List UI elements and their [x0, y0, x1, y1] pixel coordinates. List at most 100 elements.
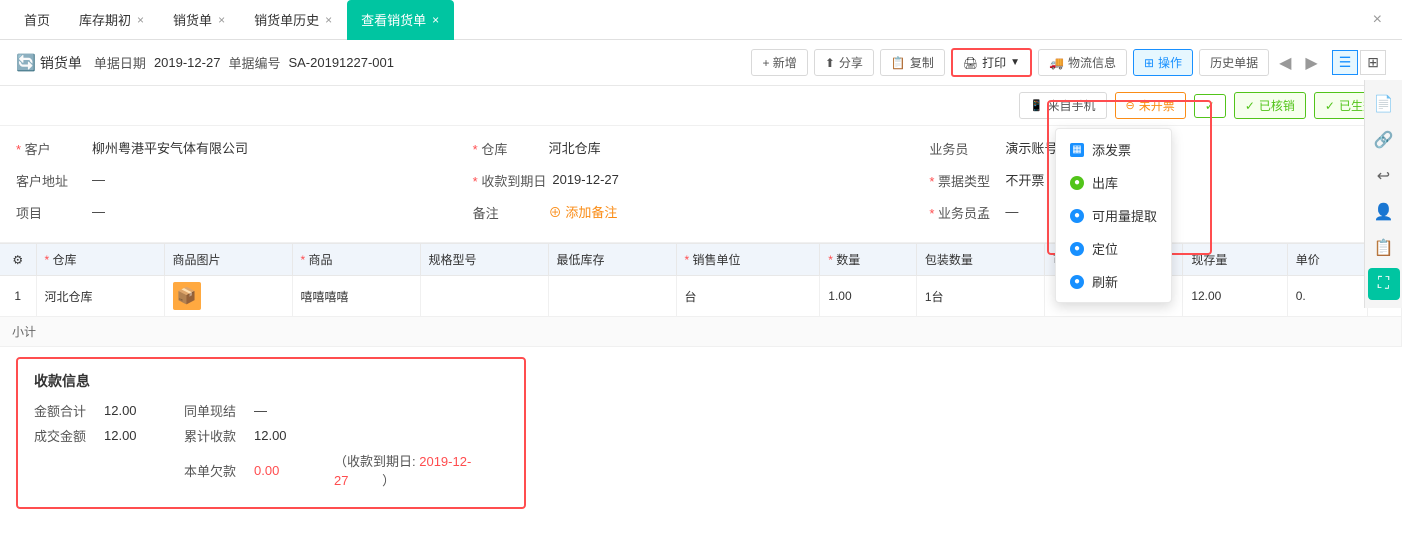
- window-close-button[interactable]: ×: [1363, 11, 1392, 29]
- col-product-img: 商品图片: [164, 244, 292, 276]
- cumulative-value: 12.00: [254, 428, 304, 443]
- row-stock: 12.00: [1183, 276, 1287, 317]
- sidebar-icon-user[interactable]: 👤: [1368, 196, 1400, 228]
- doc-actions: + 新增 ⬆ 分享 📋 复制 🖨 打印 ▼ 🚚 物流信息 ⊞ 操作: [751, 48, 1386, 77]
- project-value: —: [86, 202, 473, 222]
- form-row-3: 项目 — 备注 ⊕ 添加备注 业务员孟 —: [16, 200, 1386, 224]
- payment-date-value: 2019-12-27: [546, 170, 929, 190]
- product-table: ⚙ 仓库 商品图片 商品 规格型号 最低库存 销售单位 数量 包装数量 可用量 …: [0, 244, 1402, 347]
- total-amount-label: 金额合计: [34, 401, 104, 420]
- from-phone-button[interactable]: 📱 来自手机: [1019, 92, 1107, 119]
- outbound-icon: ●: [1070, 176, 1084, 190]
- tab-inventory-init[interactable]: 库存期初 ×: [65, 0, 159, 40]
- col-pack-qty: 包装数量: [916, 244, 1044, 276]
- list-view-button[interactable]: ☰: [1332, 50, 1359, 75]
- tab-view-sales-close[interactable]: ×: [432, 13, 439, 27]
- product-thumbnail: 📦: [173, 282, 201, 310]
- payment-row-3: — — 本单欠款 0.00 （收款到期日: 2019-12-27 ）: [34, 451, 508, 489]
- not-open-button[interactable]: ⊖ 未开票: [1115, 92, 1186, 119]
- subtotal-row: 小计: [0, 317, 1402, 347]
- tab-inventory-init-close[interactable]: ×: [137, 13, 144, 27]
- row-min-stock: [548, 276, 676, 317]
- payment-row-2: 成交金额 12.00 累计收款 12.00: [34, 426, 508, 445]
- menu-refresh[interactable]: ● 刷新: [1056, 265, 1171, 298]
- customer-label: 客户: [16, 139, 86, 158]
- total-amount-value: 12.00: [104, 403, 154, 418]
- customer-value: 柳州粤港平安气体有限公司: [86, 136, 473, 160]
- sidebar-icon-return[interactable]: ↩: [1368, 160, 1400, 192]
- check-icon-button[interactable]: ✓: [1194, 94, 1226, 118]
- arrears-value: 0.00: [254, 463, 304, 478]
- logistics-button[interactable]: 🚚 物流信息: [1038, 49, 1127, 76]
- tab-sales-order[interactable]: 销货单 ×: [159, 0, 240, 40]
- remark-field: 备注 ⊕ 添加备注: [473, 200, 930, 224]
- add-remark-button[interactable]: ⊕ 添加备注: [543, 200, 930, 224]
- copy-button[interactable]: 📋 复制: [880, 49, 945, 76]
- print-button[interactable]: 🖨 打印 ▼: [951, 48, 1032, 77]
- col-quantity: 数量: [820, 244, 917, 276]
- tab-sales-history[interactable]: 销货单历史 ×: [240, 0, 347, 40]
- salesperson-label: 业务员孟: [929, 203, 999, 222]
- remark-label: 备注: [473, 203, 543, 222]
- transaction-label: 成交金额: [34, 426, 104, 445]
- doc-date-label: 单据日期: [94, 53, 146, 72]
- menu-available-qty[interactable]: ● 可用量提取: [1056, 199, 1171, 232]
- doc-type-icon: 🔄: [16, 53, 36, 73]
- menu-add-invoice[interactable]: ▦ 添发票: [1056, 133, 1171, 166]
- next-button[interactable]: ▶: [1301, 51, 1321, 75]
- col-product: 商品: [292, 244, 420, 276]
- payment-row-1: 金额合计 12.00 同单现结 —: [34, 401, 508, 420]
- same-order-label: 同单现结: [184, 401, 254, 420]
- sidebar-icon-list[interactable]: 📋: [1368, 232, 1400, 264]
- row-product-img: 📦: [164, 276, 292, 317]
- menu-locate[interactable]: ● 定位: [1056, 232, 1171, 265]
- operations-button[interactable]: ⊞ 操作: [1133, 49, 1193, 76]
- available-qty-icon: ●: [1070, 209, 1084, 223]
- warehouse-field: 仓库 河北仓库: [473, 136, 930, 160]
- grid-view-button[interactable]: ⊞: [1360, 50, 1386, 75]
- subtotal-label: 小计: [0, 317, 1402, 347]
- sold-button[interactable]: ✓ 已核销: [1234, 92, 1306, 119]
- col-min-stock: 最低库存: [548, 244, 676, 276]
- new-button[interactable]: + 新增: [751, 49, 807, 76]
- doc-header: 🔄 销货单 单据日期 2019-12-27 单据编号 SA-20191227-0…: [0, 40, 1402, 86]
- row-quantity: 1.00: [820, 276, 917, 317]
- col-stock: 现存量: [1183, 244, 1287, 276]
- row-seq: 1: [0, 276, 36, 317]
- address-value: —: [86, 170, 473, 190]
- doc-number-value: SA-20191227-001: [288, 55, 394, 70]
- row-pack-qty: 1台: [916, 276, 1044, 317]
- menu-outbound[interactable]: ● 出库: [1056, 166, 1171, 199]
- refresh-icon: ●: [1070, 275, 1084, 289]
- sidebar-icon-link[interactable]: 🔗: [1368, 124, 1400, 156]
- sidebar-icon-document[interactable]: 📄: [1368, 88, 1400, 120]
- share-button[interactable]: ⬆ 分享: [814, 49, 874, 76]
- tab-home[interactable]: 首页: [10, 0, 65, 40]
- history-button[interactable]: 历史单据: [1199, 49, 1269, 76]
- project-label: 项目: [16, 203, 86, 222]
- col-unit: 销售单位: [676, 244, 820, 276]
- doc-number-label: 单据编号: [228, 53, 280, 72]
- transaction-value: 12.00: [104, 428, 154, 443]
- doc-date-value: 2019-12-27: [154, 55, 221, 70]
- prev-button[interactable]: ◀: [1275, 51, 1295, 75]
- payment-date-label: 收款到期日: [473, 171, 547, 190]
- row-spec: [420, 276, 548, 317]
- warehouse-label: 仓库: [473, 139, 543, 158]
- locate-icon: ●: [1070, 242, 1084, 256]
- tab-sales-history-close[interactable]: ×: [325, 13, 332, 27]
- project-field: 项目 —: [16, 202, 473, 222]
- customer-field: 客户 柳州粤港平安气体有限公司: [16, 136, 473, 160]
- doc-title-left: 🔄 销货单 单据日期 2019-12-27 单据编号 SA-20191227-0…: [16, 53, 394, 73]
- right-sidebar: 📄 🔗 ↩ 👤 📋 ⛶: [1364, 80, 1402, 308]
- tab-sales-order-close[interactable]: ×: [218, 13, 225, 27]
- doc-meta: 单据日期 2019-12-27 单据编号 SA-20191227-001: [94, 53, 394, 72]
- warehouse-value: 河北仓库: [543, 136, 930, 160]
- table-header-row: ⚙ 仓库 商品图片 商品 规格型号 最低库存 销售单位 数量 包装数量 可用量 …: [0, 244, 1402, 276]
- payment-title: 收款信息: [34, 371, 508, 391]
- col-settings: ⚙: [0, 244, 36, 276]
- doc-type-text: 销货单: [40, 53, 82, 73]
- toolbar-row: 📱 来自手机 ⊖ 未开票 ✓ ✓ 已核销 ✓ 已生效: [0, 86, 1402, 126]
- sidebar-icon-expand[interactable]: ⛶: [1368, 268, 1400, 300]
- tab-view-sales[interactable]: 查看销货单 ×: [347, 0, 454, 40]
